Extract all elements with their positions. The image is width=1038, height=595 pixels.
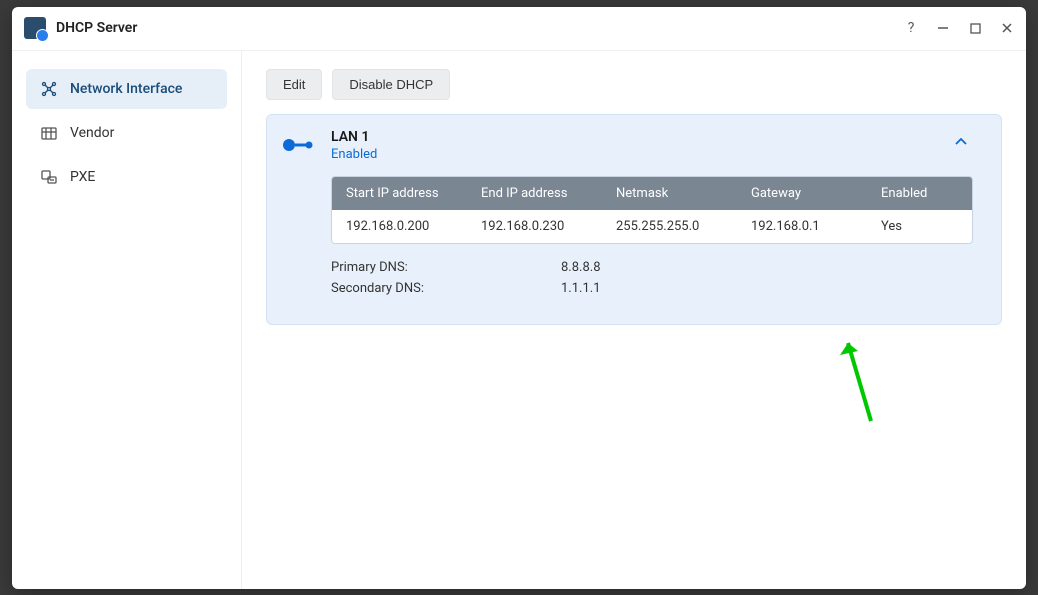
- panel-header: LAN 1 Enabled: [281, 129, 973, 162]
- app-window: DHCP Server ? Network: [12, 7, 1026, 589]
- dns-block: Primary DNS: 8.8.8.8 Secondary DNS: 1.1.…: [331, 260, 973, 296]
- secondary-dns-label: Secondary DNS:: [331, 281, 561, 296]
- th-gateway: Gateway: [737, 177, 867, 210]
- annotation-arrow-icon: [836, 331, 886, 431]
- secondary-dns-row: Secondary DNS: 1.1.1.1: [331, 281, 973, 296]
- th-enabled: Enabled: [867, 177, 972, 210]
- dhcp-range-table: Start IP address End IP address Netmask …: [331, 176, 973, 244]
- main-content: Edit Disable DHCP LAN 1 Enabled: [242, 51, 1026, 589]
- sidebar-item-network-interface[interactable]: Network Interface: [26, 69, 227, 109]
- titlebar: DHCP Server ?: [12, 7, 1026, 51]
- lan-panel: LAN 1 Enabled Start IP address End IP ad…: [266, 114, 1002, 325]
- help-icon[interactable]: ?: [904, 21, 918, 35]
- close-icon[interactable]: [1000, 21, 1014, 35]
- cell-gateway: 192.168.0.1: [737, 210, 867, 243]
- disable-dhcp-button[interactable]: Disable DHCP: [332, 69, 450, 100]
- maximize-icon[interactable]: [968, 21, 982, 35]
- window-controls: ?: [904, 21, 1014, 35]
- secondary-dns-value: 1.1.1.1: [561, 281, 601, 296]
- table-row[interactable]: 192.168.0.200 192.168.0.230 255.255.255.…: [332, 210, 972, 243]
- panel-status: Enabled: [331, 147, 933, 162]
- vendor-icon: [40, 124, 58, 142]
- pxe-icon: [40, 168, 58, 186]
- app-icon: [24, 17, 46, 39]
- th-start-ip: Start IP address: [332, 177, 467, 210]
- sidebar-item-label: Network Interface: [70, 81, 182, 97]
- sidebar-item-label: PXE: [70, 169, 95, 185]
- panel-title-wrap: LAN 1 Enabled: [331, 129, 933, 162]
- sidebar-item-label: Vendor: [70, 125, 114, 141]
- primary-dns-value: 8.8.8.8: [561, 260, 601, 275]
- cell-netmask: 255.255.255.0: [602, 210, 737, 243]
- th-end-ip: End IP address: [467, 177, 602, 210]
- body: Network Interface Vendor PXE: [12, 51, 1026, 589]
- table-header: Start IP address End IP address Netmask …: [332, 177, 972, 210]
- th-netmask: Netmask: [602, 177, 737, 210]
- cell-start-ip: 192.168.0.200: [332, 210, 467, 243]
- chevron-up-icon[interactable]: [949, 129, 973, 155]
- app-title: DHCP Server: [56, 20, 904, 36]
- edit-button[interactable]: Edit: [266, 69, 322, 100]
- cell-end-ip: 192.168.0.230: [467, 210, 602, 243]
- toolbar: Edit Disable DHCP: [266, 69, 1002, 100]
- sidebar-item-pxe[interactable]: PXE: [26, 157, 227, 197]
- primary-dns-label: Primary DNS:: [331, 260, 561, 275]
- cell-enabled: Yes: [867, 210, 972, 243]
- primary-dns-row: Primary DNS: 8.8.8.8: [331, 260, 973, 275]
- lan-status-icon: [281, 135, 315, 155]
- sidebar: Network Interface Vendor PXE: [12, 51, 242, 589]
- panel-title: LAN 1: [331, 129, 933, 145]
- network-icon: [40, 80, 58, 98]
- sidebar-item-vendor[interactable]: Vendor: [26, 113, 227, 153]
- minimize-icon[interactable]: [936, 21, 950, 35]
